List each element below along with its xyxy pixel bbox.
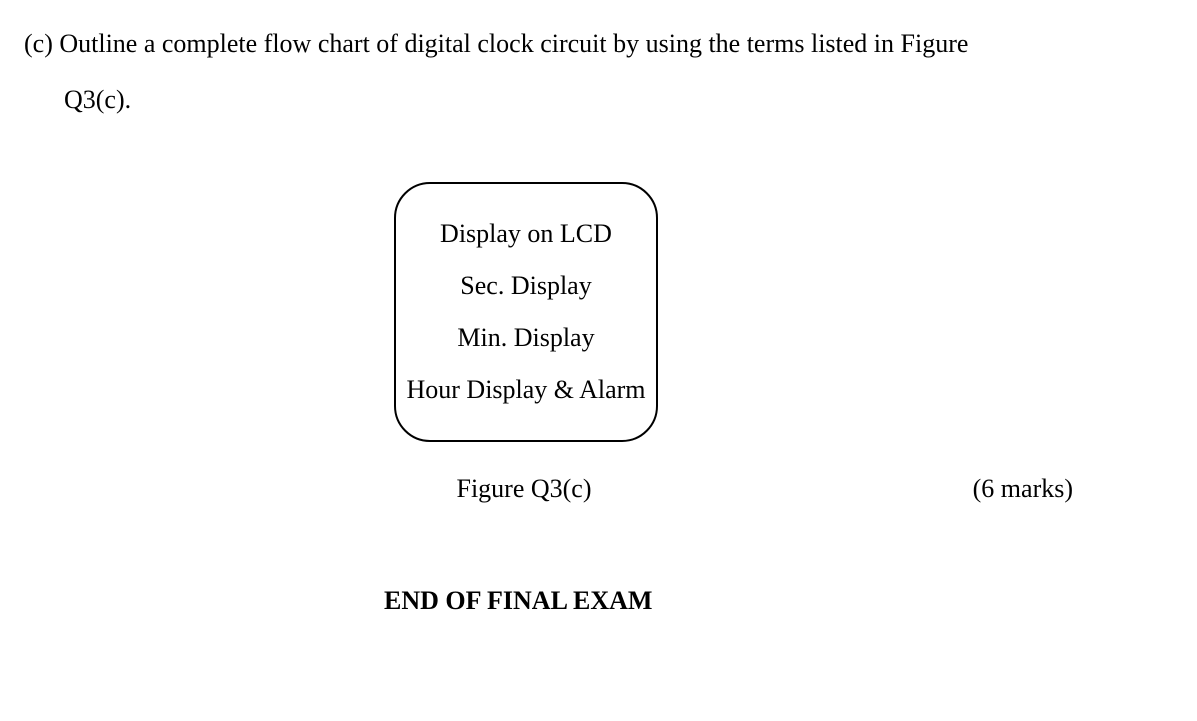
figure-box: Display on LCD Sec. Display Min. Display… <box>394 182 658 442</box>
figure-item-1: Display on LCD <box>406 208 646 260</box>
figure-item-4: Hour Display & Alarm <box>406 364 646 416</box>
marks-label: (6 marks) <box>973 474 1073 504</box>
question-text-line2: Q3(c). <box>64 74 1173 126</box>
figure-item-3: Min. Display <box>406 312 646 364</box>
end-of-exam: END OF FINAL EXAM <box>384 586 1173 616</box>
question-text-line1: (c) Outline a complete flow chart of dig… <box>24 18 1173 70</box>
figure-caption: Figure Q3(c) <box>24 474 1024 504</box>
figure-item-2: Sec. Display <box>406 260 646 312</box>
caption-row: Figure Q3(c) (6 marks) <box>24 474 1173 514</box>
